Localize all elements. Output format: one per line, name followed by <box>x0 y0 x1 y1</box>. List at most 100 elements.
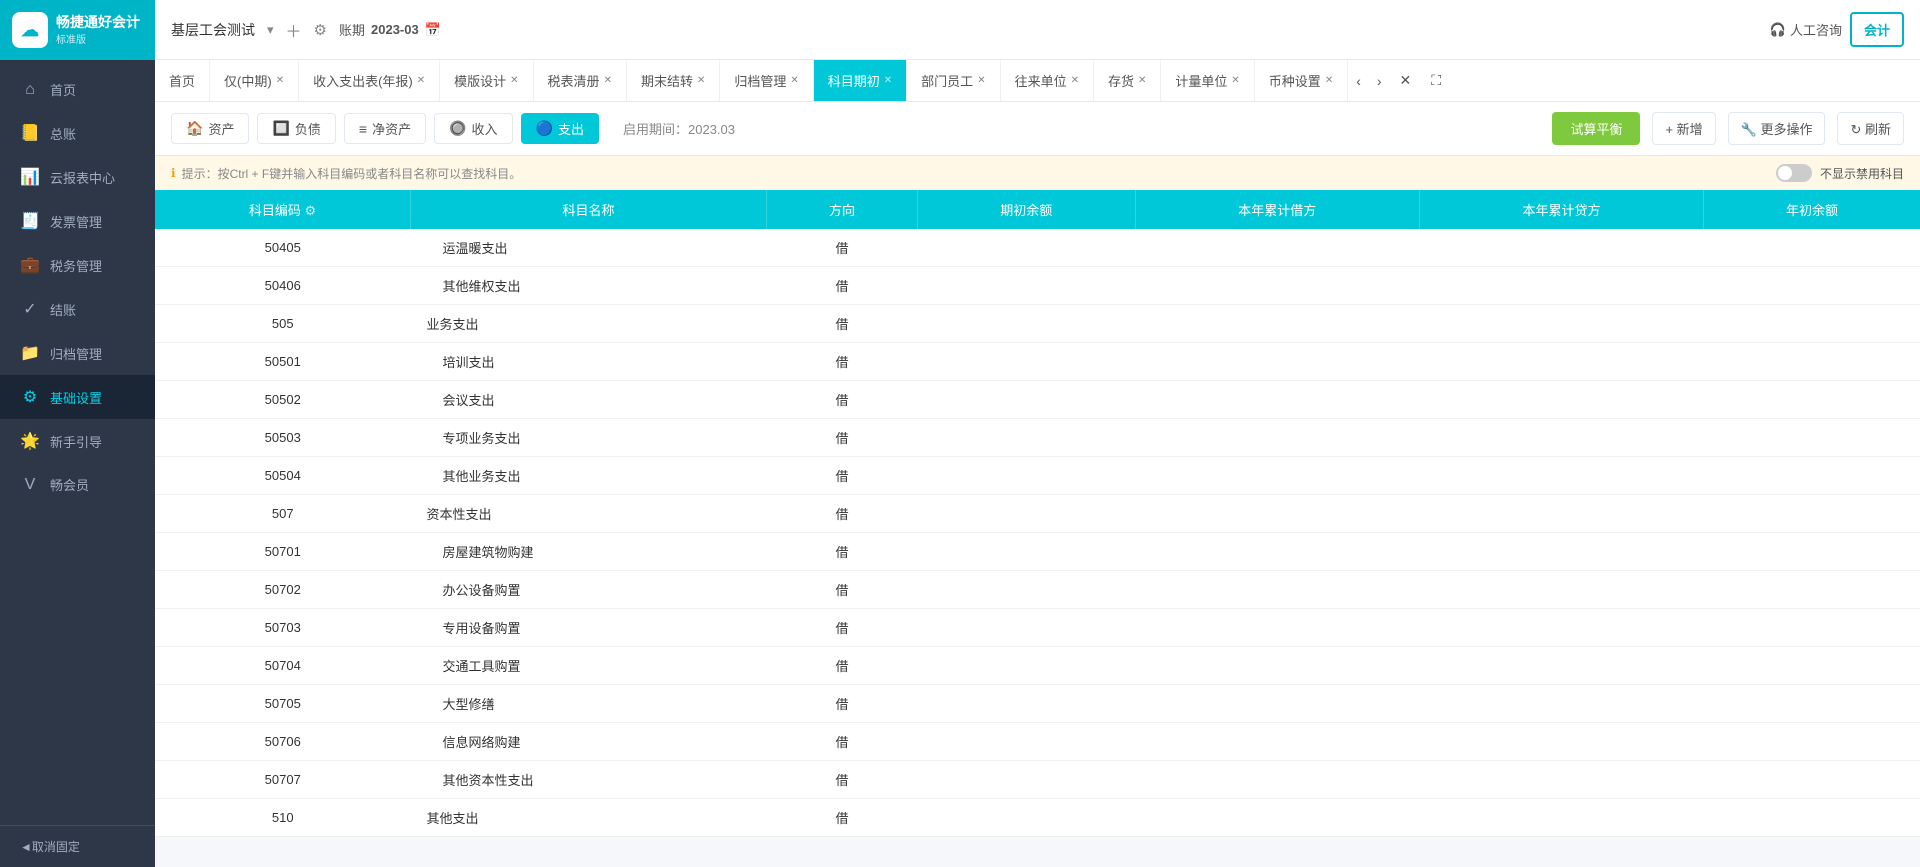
tab-close-tax-clearance[interactable]: ✕ <box>604 75 612 86</box>
tab-expand-btn[interactable]: ⛶ <box>1421 60 1451 101</box>
tab-close-archive[interactable]: ✕ <box>790 75 798 86</box>
cell-code-9: 50702 <box>155 571 411 609</box>
col-settings-icon[interactable]: ⚙ <box>304 203 316 218</box>
subtab-icon-expense: 🔵 <box>536 120 553 137</box>
tab-tax-clearance[interactable]: 税表清册✕ <box>534 60 627 101</box>
table-row[interactable]: 50406 其他维权支出 借 <box>155 267 1920 305</box>
tab-subject-init[interactable]: 科目期初✕ <box>814 60 907 101</box>
period-value: 2023-03 <box>371 22 419 37</box>
tab-unit[interactable]: 计量单位 ✕ <box>1161 60 1254 101</box>
subtab-asset[interactable]: 🏠资产 <box>171 113 249 144</box>
tab-inventory[interactable]: 存货✕ <box>1094 60 1161 101</box>
cell-code-6: 50504 <box>155 457 411 495</box>
tab-nav-right[interactable]: › <box>1369 60 1390 101</box>
refresh-btn[interactable]: ↻ 刷新 <box>1837 112 1904 145</box>
subtab-expense[interactable]: 🔵支出 <box>521 113 599 144</box>
tab-close-department[interactable]: ✕ <box>977 75 985 86</box>
subtab-income[interactable]: 🔘收入 <box>434 113 512 144</box>
tab-label-unit: 计量单位 <box>1175 71 1227 90</box>
tab-close-all-btn[interactable]: ✕ <box>1390 60 1422 101</box>
tab-close-counterparty[interactable]: ✕ <box>1071 75 1079 86</box>
tab-close-unit[interactable]: ✕ <box>1231 75 1239 86</box>
cell-name-0: 运温暖支出 <box>411 229 767 267</box>
tab-interim[interactable]: 仅(中期)✕ <box>210 60 299 101</box>
customer-service-btn[interactable]: 🎧 人工咨询 <box>1770 20 1842 39</box>
headset-icon: 🎧 <box>1770 22 1786 38</box>
tab-close-currency[interactable]: ✕ <box>1325 75 1333 86</box>
table-row[interactable]: 510 其他支出 借 <box>155 799 1920 837</box>
cell-year-opening-6 <box>1704 457 1920 495</box>
table-row[interactable]: 50707 其他资本性支出 借 <box>155 761 1920 799</box>
sidebar-icon-invoice: 🧾 <box>20 211 40 231</box>
sidebar-item-guide[interactable]: 🌟 新手引导 <box>0 419 155 463</box>
sidebar-item-member[interactable]: V 畅会员 <box>0 463 155 506</box>
sidebar-item-tax[interactable]: 💼 税务管理 <box>0 243 155 287</box>
table-row[interactable]: 50703 专用设备购置 借 <box>155 609 1920 647</box>
more-btn[interactable]: 🔧 更多操作 <box>1728 112 1826 145</box>
table-row[interactable]: 507 资本性支出 借 <box>155 495 1920 533</box>
table-row[interactable]: 50704 交通工具购置 借 <box>155 647 1920 685</box>
tab-counterparty[interactable]: 往来单位✕ <box>1001 60 1094 101</box>
table-row[interactable]: 50501 培训支出 借 <box>155 343 1920 381</box>
cell-name-15: 其他支出 <box>411 799 767 837</box>
calendar-icon[interactable]: 📅 <box>425 22 441 38</box>
tab-template[interactable]: 模版设计✕ <box>440 60 533 101</box>
sidebar-item-invoice[interactable]: 🧾 发票管理 <box>0 199 155 243</box>
tab-close-subject-init[interactable]: ✕ <box>884 75 892 86</box>
cell-ytd-debit-2 <box>1135 305 1419 343</box>
tab-income-statement[interactable]: 收入支出表(年报)✕ <box>299 60 440 101</box>
subtab-icon-income: 🔘 <box>449 120 466 137</box>
cell-code-0: 50405 <box>155 229 411 267</box>
sidebar-item-archive[interactable]: 📁 归档管理 <box>0 331 155 375</box>
sidebar-item-reports[interactable]: 📊 云报表中心 <box>0 155 155 199</box>
cell-ytd-debit-1 <box>1135 267 1419 305</box>
topbar-actions: 🎧 人工咨询 会计 <box>1770 12 1904 47</box>
table-row[interactable]: 505 业务支出 借 <box>155 305 1920 343</box>
tab-period-end[interactable]: 期末结转✕ <box>627 60 720 101</box>
sidebar-item-close[interactable]: ✓ 结账 <box>0 287 155 331</box>
cell-ytd-debit-3 <box>1135 343 1419 381</box>
tab-archive[interactable]: 归档管理✕ <box>720 60 813 101</box>
cell-direction-10: 借 <box>766 609 917 647</box>
add-btn[interactable]: + 新增 <box>1652 112 1715 145</box>
table-row[interactable]: 50504 其他业务支出 借 <box>155 457 1920 495</box>
tab-currency[interactable]: 币种设置✕ <box>1255 60 1348 101</box>
disabled-toggle[interactable] <box>1776 164 1812 182</box>
table-row[interactable]: 50701 房屋建筑物购建 借 <box>155 533 1920 571</box>
period-display: 启用期间：2023.03 <box>623 119 735 138</box>
table-container: 科目编码 ⚙ 科目名称 方向 期初余额 本年累计借方 本年累计贷方 年初余额 5… <box>155 190 1920 867</box>
tab-nav-left[interactable]: ‹ <box>1348 60 1369 101</box>
tab-close-inventory[interactable]: ✕ <box>1138 75 1146 86</box>
table-row[interactable]: 50503 专项业务支出 借 <box>155 419 1920 457</box>
balance-btn[interactable]: 试算平衡 <box>1552 112 1640 145</box>
settings-icon[interactable]: ⚙ <box>314 21 327 39</box>
sidebar-item-home[interactable]: ⌂ 首页 <box>0 68 155 111</box>
tab-close-template[interactable]: ✕ <box>510 75 518 86</box>
cell-direction-8: 借 <box>766 533 917 571</box>
col-code: 科目编码 ⚙ <box>155 190 411 229</box>
account-role-btn[interactable]: 会计 <box>1850 12 1904 47</box>
sidebar-collapse-btn[interactable]: ◄取消固定 <box>0 825 155 867</box>
logo-title: 畅捷通好会计 <box>56 14 140 31</box>
sidebar-item-ledger[interactable]: 📒 总账 <box>0 111 155 155</box>
subtab-liability[interactable]: 🔲负债 <box>257 113 335 144</box>
sidebar-icon-reports: 📊 <box>20 167 40 187</box>
table-row[interactable]: 50705 大型修缮 借 <box>155 685 1920 723</box>
cell-ytd-credit-13 <box>1419 723 1703 761</box>
cell-opening-11 <box>917 647 1135 685</box>
table-row[interactable]: 50702 办公设备购置 借 <box>155 571 1920 609</box>
sidebar-label-member: 畅会员 <box>50 475 89 494</box>
table-row[interactable]: 50706 信息网络购建 借 <box>155 723 1920 761</box>
tab-close-income-statement[interactable]: ✕ <box>417 75 425 86</box>
add-tab-btn[interactable]: ＋ <box>286 18 302 42</box>
table-row[interactable]: 50405 运温暖支出 借 <box>155 229 1920 267</box>
tab-close-interim[interactable]: ✕ <box>276 75 284 86</box>
tab-close-period-end[interactable]: ✕ <box>697 75 705 86</box>
sidebar-label-guide: 新手引导 <box>50 432 102 451</box>
subtab-equity[interactable]: ≡净资产 <box>344 113 426 144</box>
table-row[interactable]: 50502 会议支出 借 <box>155 381 1920 419</box>
tab-home[interactable]: 首页 <box>155 60 210 101</box>
sidebar-item-settings[interactable]: ⚙ 基础设置 <box>0 375 155 419</box>
dropdown-icon[interactable]: ▾ <box>267 22 274 38</box>
tab-department[interactable]: 部门员工✕ <box>907 60 1000 101</box>
